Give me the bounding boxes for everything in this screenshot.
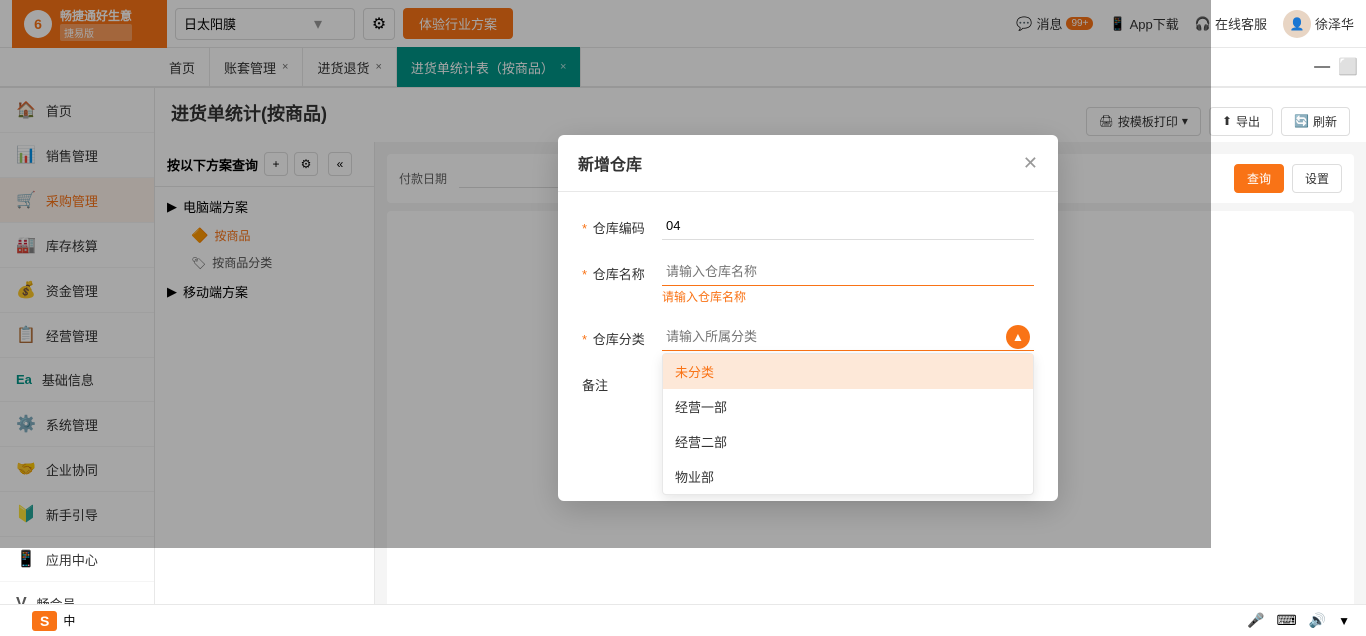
name-input[interactable]	[662, 258, 1034, 286]
name-label: * 仓库名称	[582, 258, 662, 283]
code-label: * 仓库编码	[582, 212, 662, 237]
category-label: * 仓库分类	[582, 323, 662, 348]
code-required-mark: *	[582, 221, 587, 236]
category-option-uncategorized[interactable]: 未分类	[663, 354, 1033, 389]
name-field-wrap: 请输入仓库名称	[662, 258, 1034, 305]
name-field-row: * 仓库名称 请输入仓库名称	[582, 258, 1034, 305]
code-input[interactable]	[662, 212, 1034, 240]
code-field-row: * 仓库编码	[582, 212, 1034, 240]
note-label: 备注	[582, 369, 662, 394]
category-option-property[interactable]: 物业部	[663, 459, 1033, 494]
modal-body: * 仓库编码 * 仓库名称 请输入仓库名称 *	[558, 192, 1058, 435]
category-field-row: * 仓库分类 ▲ 未分类 经营一部 经营二部 物业部	[582, 323, 1034, 351]
category-required-mark: *	[582, 332, 587, 347]
modal-close-btn[interactable]: ✕	[1023, 153, 1038, 174]
modal-header: 新增仓库 ✕	[558, 135, 1058, 192]
name-error-msg: 请输入仓库名称	[662, 288, 1034, 305]
modal-title: 新增仓库	[578, 151, 642, 175]
category-dropdown: ▲ 未分类 经营一部 经营二部 物业部	[662, 323, 1034, 351]
new-warehouse-modal: 新增仓库 ✕ * 仓库编码 * 仓库名称 请输入仓库名称	[558, 135, 1058, 501]
category-input[interactable]	[662, 323, 1034, 351]
category-dropdown-list: 未分类 经营一部 经营二部 物业部	[662, 353, 1034, 495]
chevron-up-icon: ▲	[1012, 330, 1024, 344]
modal-wrapper: 新增仓库 ✕ * 仓库编码 * 仓库名称 请输入仓库名称	[0, 0, 1366, 636]
category-option-operations1[interactable]: 经营一部	[663, 389, 1033, 424]
name-required-mark: *	[582, 267, 587, 282]
category-option-operations2[interactable]: 经营二部	[663, 424, 1033, 459]
category-dropdown-arrow[interactable]: ▲	[1006, 325, 1030, 349]
